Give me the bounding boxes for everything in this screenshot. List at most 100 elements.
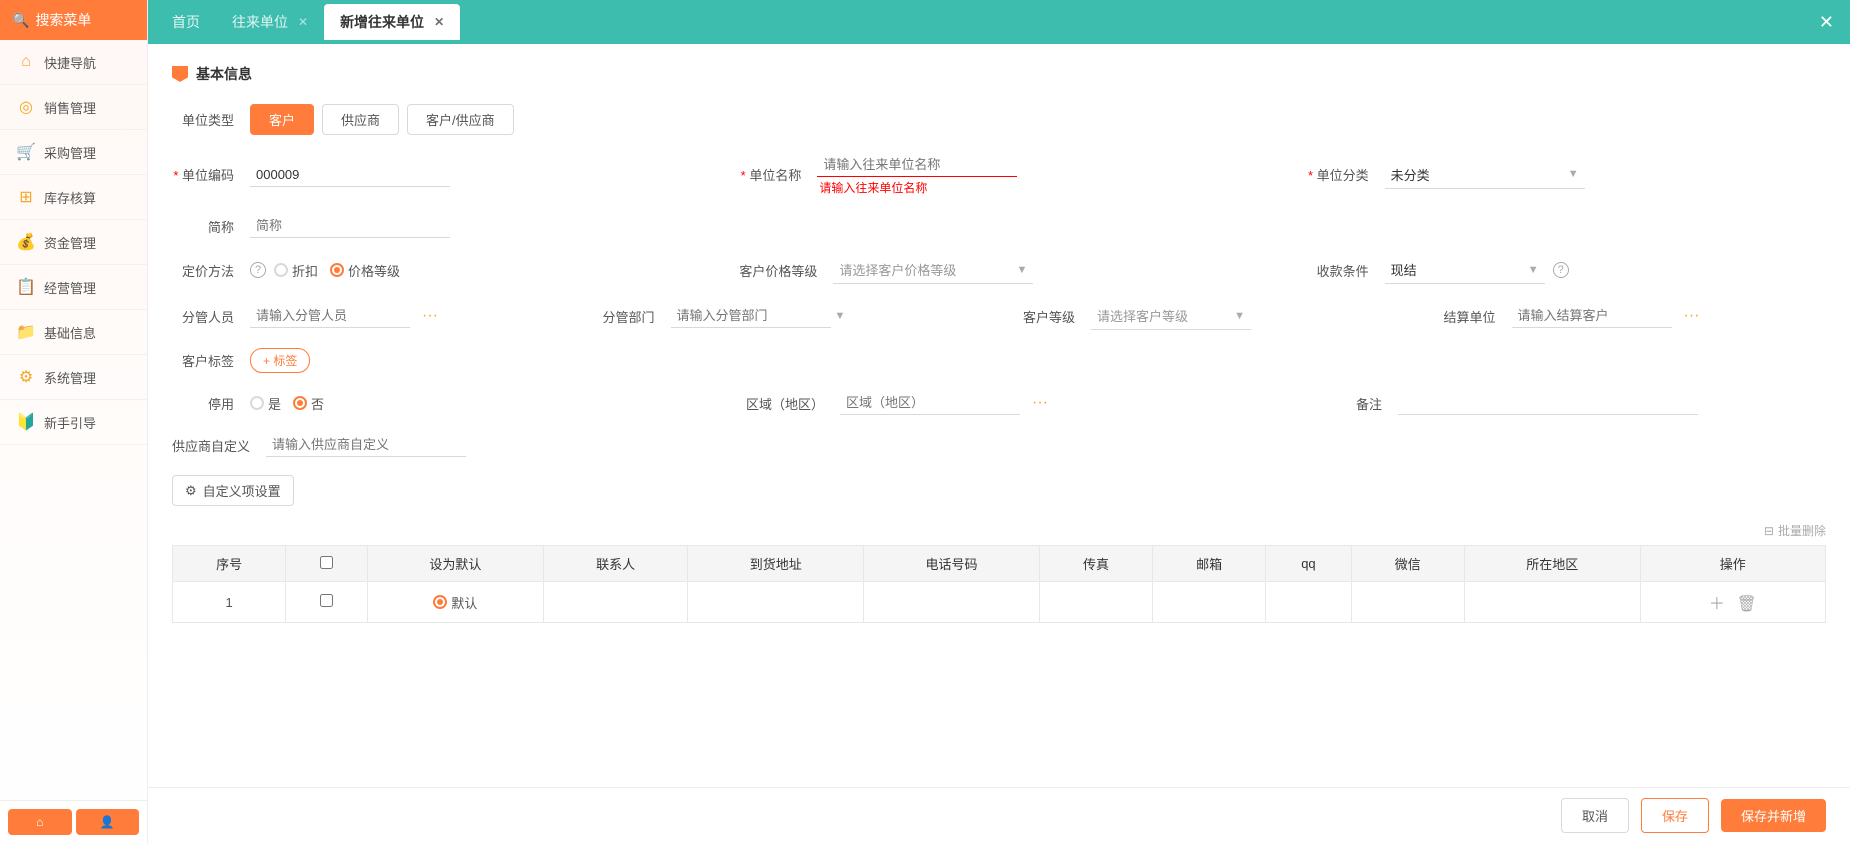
unit-name-field: 请输入往来单位名称 [817,153,1017,196]
disable-radio-yes[interactable]: 是 [250,394,281,413]
customer-level-select[interactable]: 请选择客户等级 ▼ [1091,302,1251,330]
tab-partner-close[interactable]: ✕ [298,15,308,29]
sidebar-bottom: ⌂ 👤 [0,800,147,843]
sidebar-item-guide[interactable]: 🔰 新手引导 [0,400,147,445]
sidebar-item-quick-nav[interactable]: ⌂ 快捷导航 [0,40,147,85]
customer-price-group: 客户价格等级 请选择客户价格等级 ▼ [739,256,1258,284]
abbr-group: 简称 [172,214,1826,238]
tab-partner[interactable]: 往来单位 ✕ [216,4,324,40]
main-area: 首页 往来单位 ✕ 新增往来单位 ✕ ✕ 基本信息 单位类型 客户 供应商 客户… [148,0,1850,843]
sidebar-item-purchase[interactable]: 🛒 采购管理 [0,130,147,175]
manager-row: 分管人员 ··· 分管部门 ▼ 客户等级 请选择客户等级 ▼ 结算单位 ··· [172,302,1826,330]
col-phone: 电话号码 [864,546,1040,582]
disable-radio-no[interactable]: 否 [293,394,324,413]
pricing-level-circle [330,263,344,277]
section-header: 基本信息 [172,64,1826,84]
sales-icon: ◎ [16,97,36,117]
contacts-table: 序号 设为默认 联系人 到货地址 电话号码 传真 邮箱 qq 微信 所在地区 操… [172,545,1826,623]
type-btn-customer[interactable]: 客户 [250,104,314,135]
row-wechat [1351,582,1464,623]
unit-code-input[interactable] [250,163,450,187]
add-tag-btn[interactable]: + 标签 [250,348,310,373]
payment-condition-select[interactable]: 现结 ▼ [1385,256,1545,284]
custom-settings-btn[interactable]: ⚙ 自定义项设置 [172,475,294,506]
search-menu[interactable]: 🔍 搜索菜单 [0,0,147,40]
pricing-radio-discount[interactable]: 折扣 [274,261,318,280]
save-button[interactable]: 保存 [1641,798,1709,833]
sidebar-profile-btn[interactable]: 👤 [76,809,140,835]
col-checkbox [286,546,368,582]
sidebar-item-inventory[interactable]: ⊞ 库存核算 [0,175,147,220]
row-del-btn[interactable]: 🗑 [1732,594,1760,614]
sidebar-item-system[interactable]: ⚙ 系统管理 [0,355,147,400]
custom-settings-wrap: ⚙ 自定义项设置 [172,475,1826,506]
payment-condition-group: 收款条件 现结 ▼ ? [1307,256,1826,284]
tag-label: 客户标签 [172,351,242,370]
search-icon: 🔍 [12,12,29,29]
col-no: 序号 [173,546,286,582]
region-dots[interactable]: ··· [1028,394,1052,412]
finance-icon: 💰 [16,232,36,252]
settlement-dots[interactable]: ··· [1680,307,1704,325]
dept-group: 分管部门 ▼ [593,304,986,328]
abbr-input[interactable] [250,214,450,238]
payment-help-icon[interactable]: ? [1553,262,1569,278]
unit-name-label: 单位名称 [739,165,809,184]
save-new-button[interactable]: 保存并新增 [1721,799,1826,832]
batch-delete-btn[interactable]: ⊟ 批量删除 [1764,522,1826,539]
manager-dots[interactable]: ··· [418,307,442,325]
payment-condition-value: 现结 [1391,260,1524,279]
sidebar-home-btn[interactable]: ⌂ [8,809,72,835]
col-address: 到货地址 [688,546,864,582]
basic-icon: 📁 [16,322,36,342]
tab-new-partner-close[interactable]: ✕ [434,15,444,29]
row-contact [543,582,687,623]
settlement-input[interactable] [1512,304,1672,328]
settings-icon: ⚙ [185,483,197,499]
sidebar-item-operations[interactable]: 📋 经营管理 [0,265,147,310]
settlement-group: 结算单位 ··· [1434,304,1827,328]
unit-category-label: 单位分类 [1307,165,1377,184]
pricing-radio-level[interactable]: 价格等级 [330,261,400,280]
customer-price-chevron: ▼ [1016,264,1027,276]
pricing-method-group: 定价方法 ? 折扣 价格等级 [172,261,691,280]
pricing-help-icon[interactable]: ? [250,262,266,278]
window-close-btn[interactable]: ✕ [1811,8,1842,37]
purchase-icon: 🛒 [16,142,36,162]
customer-level-chevron: ▼ [1234,310,1245,322]
cancel-button[interactable]: 取消 [1561,798,1629,833]
tab-new-partner[interactable]: 新增往来单位 ✕ [324,4,460,40]
region-label: 区域（地区） [746,394,832,413]
tag-row: 客户标签 + 标签 [172,348,1826,373]
payment-condition-chevron: ▼ [1528,264,1539,276]
abbr-label: 简称 [172,217,242,236]
abbr-row: 简称 [172,214,1826,238]
supplier-custom-input[interactable] [266,433,466,457]
col-email: 邮箱 [1153,546,1266,582]
type-btn-both[interactable]: 客户/供应商 [407,104,514,135]
manager-group: 分管人员 ··· [172,304,565,328]
dept-input[interactable] [671,304,831,328]
type-btn-supplier[interactable]: 供应商 [322,104,399,135]
disable-label: 停用 [172,394,242,413]
unit-category-select[interactable]: 未分类 ▼ [1385,161,1585,189]
row-select-checkbox[interactable] [320,594,333,607]
sidebar-item-sales[interactable]: ◎ 销售管理 [0,85,147,130]
unit-category-group: 单位分类 未分类 ▼ [1307,161,1826,189]
sidebar-item-basic[interactable]: 📁 基础信息 [0,310,147,355]
pricing-radio-group: 折扣 价格等级 [274,261,400,280]
unit-name-input[interactable] [817,153,1017,177]
manager-input[interactable] [250,304,410,328]
region-input[interactable] [840,391,1020,415]
tab-home[interactable]: 首页 [156,4,216,40]
row-default-radio[interactable]: 默认 [378,593,533,612]
sidebar-item-finance[interactable]: 💰 资金管理 [0,220,147,265]
disable-no-circle [293,396,307,410]
unit-code-group: 单位编码 [172,163,691,187]
row-add-btn[interactable]: ＋ [1705,590,1729,614]
select-all-checkbox[interactable] [320,556,333,569]
customer-price-select[interactable]: 请选择客户价格等级 ▼ [833,256,1033,284]
quick-nav-icon: ⌂ [16,52,36,72]
form-footer: 取消 保存 保存并新增 [148,787,1850,843]
remark-input[interactable] [1398,391,1698,415]
